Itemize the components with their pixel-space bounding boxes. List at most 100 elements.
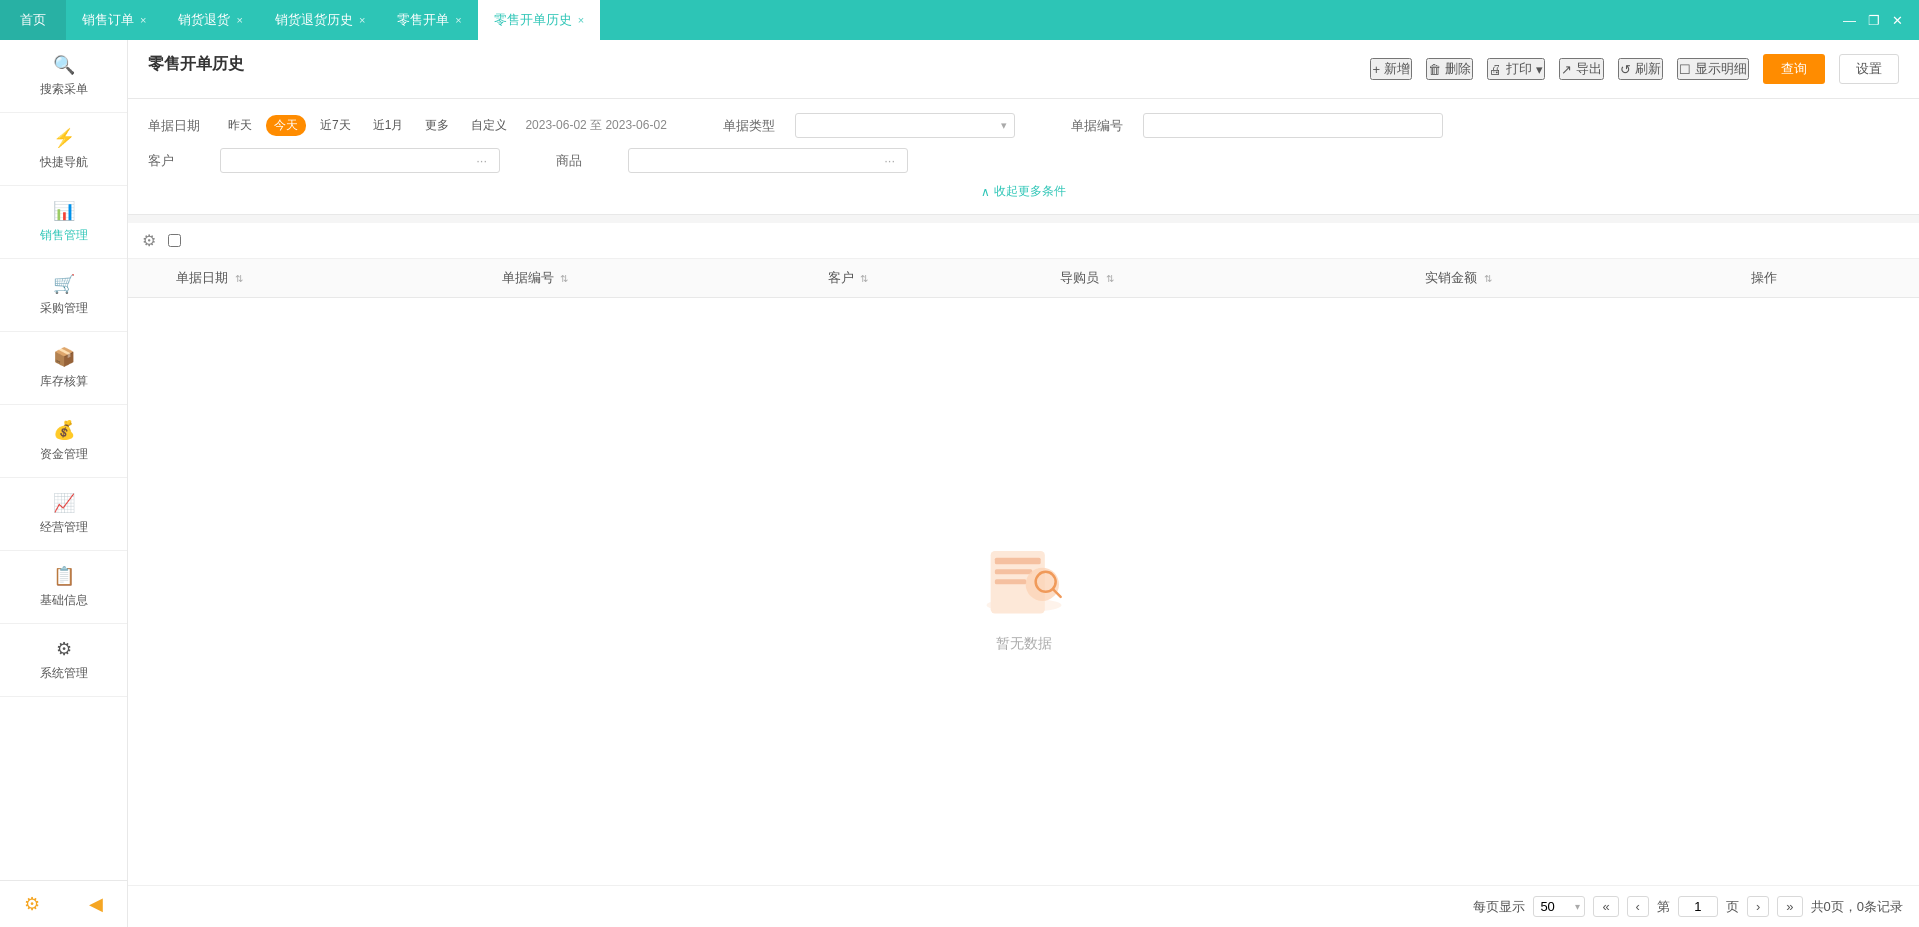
sidebar-item-search[interactable]: 🔍 搜索采单 [0,40,127,113]
maximize-button[interactable]: ❐ [1868,13,1880,28]
date-opt-more[interactable]: 更多 [417,115,457,136]
total-text: 共0页，0条记录 [1811,898,1903,916]
filter-row-2: 客户 ··· 商品 ··· [148,148,1899,173]
next-page-button[interactable]: › [1747,896,1769,917]
col-amount-sort-icon: ⇅ [1484,273,1492,284]
tab-sales-return-history-label: 销货退货历史 [275,11,353,29]
add-label: 新增 [1384,60,1410,78]
goods-label: 商品 [556,152,612,170]
tab-sales-order[interactable]: 销售订单 × [66,0,162,40]
export-label: 导出 [1576,60,1602,78]
delete-button[interactable]: 🗑 删除 [1426,58,1473,80]
sales-icon: 📊 [53,200,75,222]
per-page-select[interactable]: 10 20 50 100 [1533,896,1585,917]
tab-sales-return[interactable]: 销货退货 × [162,0,258,40]
date-opt-custom[interactable]: 自定义 [463,115,515,136]
tab-retail-open-history[interactable]: 零售开单历史 × [478,0,600,40]
customer-input[interactable] [229,153,472,168]
display-detail-button[interactable]: ☐ 显示明细 [1677,58,1749,80]
page-input[interactable] [1678,896,1718,917]
purchase-icon: 🛒 [53,273,75,295]
sidebar-item-operations[interactable]: 📈 经营管理 [0,478,127,551]
col-guide-label: 导购员 [1060,270,1099,285]
goods-input[interactable] [637,153,880,168]
tab-sales-return-label: 销货退货 [178,11,230,29]
doc-no-input[interactable] [1143,113,1443,138]
sidebar-settings-icon[interactable]: ⚙ [24,893,40,915]
tab-home[interactable]: 首页 [0,0,66,40]
first-page-button[interactable]: « [1593,896,1618,917]
col-guide[interactable]: 导购员 ⇅ [1048,259,1327,298]
svg-rect-4 [994,579,1026,584]
refresh-button[interactable]: ↺ 刷新 [1618,58,1663,80]
col-customer-label: 客户 [828,270,854,285]
add-button[interactable]: + 新增 [1370,58,1412,80]
customer-dots[interactable]: ··· [472,153,491,168]
settings-button[interactable]: 设置 [1839,54,1899,84]
sidebar-item-inventory[interactable]: 📦 库存核算 [0,332,127,405]
tab-retail-open-history-close[interactable]: × [578,14,584,26]
date-opt-last7[interactable]: 近7天 [312,115,359,136]
tab-retail-open-close[interactable]: × [455,14,461,26]
basic-info-icon: 📋 [53,565,75,587]
sidebar-item-system[interactable]: ⚙ 系统管理 [0,624,127,697]
sidebar-item-inventory-label: 库存核算 [40,373,88,390]
col-customer[interactable]: 客户 ⇅ [816,259,1048,298]
tab-sales-order-close[interactable]: × [140,14,146,26]
page-suffix: 页 [1726,898,1739,916]
sidebar-item-finance[interactable]: 💰 资金管理 [0,405,127,478]
date-opt-today[interactable]: 今天 [266,115,306,136]
sidebar-item-basic-info-label: 基础信息 [40,592,88,609]
col-amount[interactable]: 实销金额 ⇅ [1413,259,1739,298]
minimize-button[interactable]: — [1843,13,1856,28]
sidebar-item-search-label: 搜索采单 [40,81,88,98]
page-header: 零售开单历史 + 新增 🗑 删除 🖨 打印 ▾ ↗ 导出 [128,40,1919,99]
query-button[interactable]: 查询 [1763,54,1825,84]
svg-rect-2 [994,557,1040,564]
col-date[interactable]: 单据日期 ⇅ [164,259,490,298]
collapse-icon: ∧ [981,185,990,199]
prev-page-button[interactable]: ‹ [1627,896,1649,917]
sidebar-collapse-icon[interactable]: ◀ [89,893,103,915]
svg-rect-3 [994,569,1032,574]
date-opt-yesterday[interactable]: 昨天 [220,115,260,136]
sidebar-item-sales[interactable]: 📊 销售管理 [0,186,127,259]
sidebar-bottom: ⚙ ◀ [0,880,127,927]
print-button[interactable]: 🖨 打印 ▾ [1487,58,1545,80]
refresh-icon: ↺ [1620,62,1631,77]
close-window-button[interactable]: ✕ [1892,13,1903,28]
pagination: 每页显示 10 20 50 100 ▾ « ‹ 第 页 › » 共0页，0 [128,885,1919,927]
refresh-label: 刷新 [1635,60,1661,78]
date-opt-last-month[interactable]: 近1月 [365,115,412,136]
sidebar-item-basic-info[interactable]: 📋 基础信息 [0,551,127,624]
tab-retail-open[interactable]: 零售开单 × [381,0,477,40]
col-date-label: 单据日期 [176,270,228,285]
export-button[interactable]: ↗ 导出 [1559,58,1604,80]
col-guide-sort-icon: ⇅ [1106,273,1114,284]
goods-dots[interactable]: ··· [880,153,899,168]
col-action-label: 操作 [1751,270,1777,285]
doc-type-select[interactable] [795,113,1015,138]
print-icon: 🖨 [1489,62,1502,77]
filter-area: 单据日期 昨天 今天 近7天 近1月 更多 自定义 2023-06-02 至 2… [128,99,1919,215]
col-no-sort-icon: ⇅ [560,273,568,284]
tab-sales-return-close[interactable]: × [236,14,242,26]
doc-type-select-wrap: ▾ [795,113,1015,138]
date-filter-label: 单据日期 [148,117,204,135]
last-page-button[interactable]: » [1777,896,1802,917]
col-no[interactable]: 单据编号 ⇅ [490,259,816,298]
col-no-label: 单据编号 [502,270,554,285]
tab-sales-return-history-close[interactable]: × [359,14,365,26]
search-icon: 🔍 [53,54,75,76]
sidebar-item-quick-nav[interactable]: ⚡ 快捷导航 [0,113,127,186]
collapse-button[interactable]: ∧ 收起更多条件 [148,183,1899,200]
tab-retail-open-label: 零售开单 [397,11,449,29]
select-all-checkbox[interactable] [168,234,181,247]
per-page-label: 每页显示 [1473,898,1525,916]
table-settings-icon[interactable]: ⚙ [142,231,156,250]
tab-sales-return-history[interactable]: 销货退货历史 × [259,0,381,40]
quick-nav-icon: ⚡ [53,127,75,149]
empty-state: 暂无数据 [128,298,1919,885]
sidebar-item-purchase[interactable]: 🛒 采购管理 [0,259,127,332]
sidebar-item-quick-nav-label: 快捷导航 [40,154,88,171]
